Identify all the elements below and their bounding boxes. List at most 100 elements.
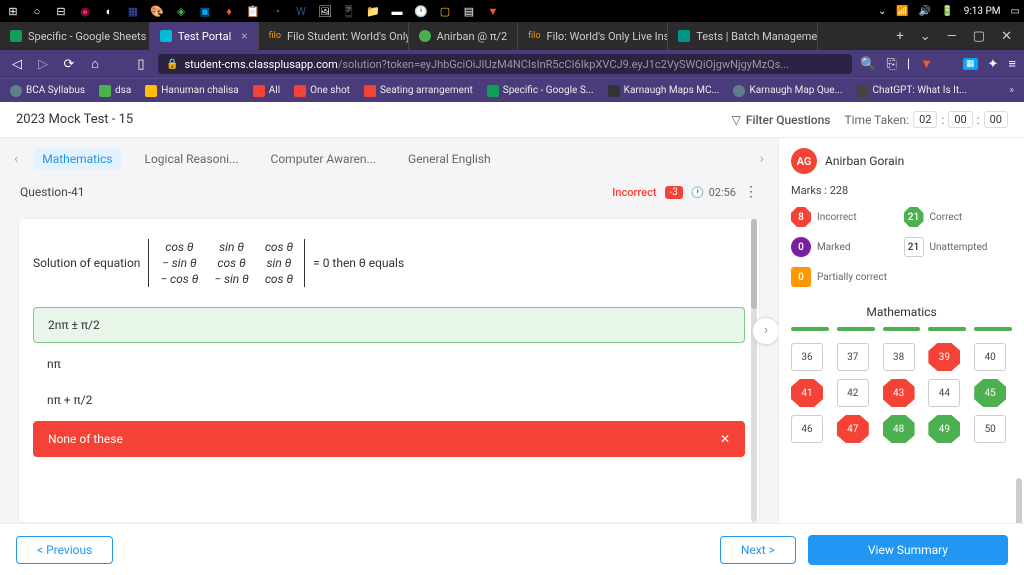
chevron-down-icon[interactable]: ⌄ <box>878 6 886 17</box>
question-cell[interactable]: 50 <box>974 415 1006 443</box>
chevron-left-icon[interactable]: ‹ <box>14 151 18 167</box>
bookmark[interactable]: One shot <box>294 85 350 97</box>
app-icon[interactable]: 🖼 <box>316 2 334 20</box>
volume-icon[interactable]: 🔊 <box>919 6 931 17</box>
battery-icon[interactable]: 🔋 <box>941 6 953 17</box>
app-icon[interactable]: ▣ <box>196 2 214 20</box>
correct-badge: 21 <box>904 207 924 227</box>
chrome-icon[interactable]: ◐ <box>100 2 118 20</box>
app-icon[interactable]: 📋 <box>244 2 262 20</box>
windows-icon[interactable]: ⊞ <box>4 2 22 20</box>
word-icon[interactable]: W <box>292 2 310 20</box>
maximize-icon[interactable]: ▢ <box>973 29 985 44</box>
question-cell[interactable]: 41 <box>791 379 823 407</box>
option-b[interactable]: nπ <box>33 349 745 379</box>
app-icon[interactable]: ▦ <box>124 2 142 20</box>
chevron-down-icon[interactable]: ⌄ <box>920 29 931 44</box>
app-icon[interactable]: ◈ <box>172 2 190 20</box>
app-icon[interactable]: ◉ <box>76 2 94 20</box>
app-icon[interactable]: ▦ <box>963 58 978 70</box>
question-cell[interactable]: 46 <box>791 415 823 443</box>
scrollbar[interactable] <box>751 219 757 522</box>
option-a[interactable]: 2nπ ± π/2 <box>33 307 745 343</box>
home-button[interactable]: ⌂ <box>86 56 104 72</box>
bookmark[interactable]: Seating arrangement <box>364 85 473 97</box>
question-cell[interactable]: 45 <box>974 379 1006 407</box>
option-c[interactable]: nπ + π/2 <box>33 385 745 415</box>
question-cell[interactable]: 42 <box>837 379 869 407</box>
question-cell[interactable]: 49 <box>928 415 960 443</box>
question-cell[interactable]: 44 <box>928 379 960 407</box>
brave-icon[interactable]: ▼ <box>484 2 502 20</box>
browser-tab[interactable]: filoFilo: World's Only Live Insta <box>518 22 668 50</box>
sheets-icon <box>487 85 499 97</box>
question-cell[interactable]: 47 <box>837 415 869 443</box>
app-icon[interactable]: ♦ <box>220 2 238 20</box>
brave-shield-icon[interactable]: ▼ <box>920 56 933 72</box>
bookmark[interactable]: ChatGPT: What Is It... <box>857 85 968 97</box>
option-d[interactable]: None of these✕ <box>33 421 745 457</box>
close-icon[interactable]: × <box>241 29 247 43</box>
app-icon[interactable]: ▤ <box>460 2 478 20</box>
scrollbar[interactable] <box>1016 478 1022 523</box>
app-icon[interactable]: 🕐 <box>412 2 430 20</box>
close-icon[interactable]: ✕ <box>1001 29 1012 44</box>
question-cell[interactable]: 38 <box>883 343 915 371</box>
bookmark[interactable]: Specific - Google S... <box>487 85 594 97</box>
bookmark[interactable]: Hanuman chalisa <box>145 85 238 97</box>
browser-tab[interactable]: Specific - Google Sheets <box>0 22 150 50</box>
app-icon[interactable]: 📱 <box>340 2 358 20</box>
bookmark[interactable]: dsa <box>99 85 131 97</box>
previous-button[interactable]: < Previous <box>16 536 113 564</box>
forward-button[interactable]: ▷ <box>34 57 52 72</box>
bookmark[interactable]: BCA Syllabus <box>10 85 85 97</box>
new-tab-button[interactable]: + <box>896 29 903 44</box>
task-view-icon[interactable]: ⊟ <box>52 2 70 20</box>
question-cell[interactable]: 40 <box>974 343 1006 371</box>
extensions-icon[interactable]: ✦ <box>988 57 999 72</box>
view-summary-button[interactable]: View Summary <box>808 535 1008 565</box>
browser-tab[interactable]: Tests | Batch Management <box>668 22 818 50</box>
question-cell[interactable]: 43 <box>883 379 915 407</box>
browser-tab[interactable]: Anirban @ π/2 <box>409 22 519 50</box>
subject-tab-mathematics[interactable]: Mathematics <box>34 148 120 170</box>
next-button[interactable]: Next > <box>720 536 796 564</box>
minimize-icon[interactable]: — <box>947 29 957 44</box>
address-bar[interactable]: 🔒 student-cms.classplusapp.com /solution… <box>158 54 852 74</box>
overflow-icon[interactable]: » <box>1009 85 1014 96</box>
explorer-icon[interactable]: 📁 <box>364 2 382 20</box>
chevron-right-icon[interactable]: › <box>760 151 764 167</box>
question-cell[interactable]: 48 <box>883 415 915 443</box>
marks-chip: -3 <box>665 186 683 199</box>
app-icon[interactable]: ▬ <box>388 2 406 20</box>
kebab-menu-icon[interactable]: ⋮ <box>744 184 758 200</box>
share-icon[interactable]: ⎘ <box>887 57 897 72</box>
notification-icon[interactable]: ▭ <box>1011 6 1020 17</box>
subject-tab-computer[interactable]: Computer Awaren... <box>263 148 384 170</box>
zoom-icon[interactable]: 🔍 <box>860 57 876 72</box>
bookmark[interactable]: Karnaugh Map Que... <box>733 85 842 97</box>
edge-icon[interactable]: ◔ <box>268 2 286 20</box>
sidebar-icon[interactable]: ▯ <box>132 57 150 72</box>
bookmark[interactable]: All <box>253 85 280 97</box>
wifi-icon[interactable]: 📶 <box>896 6 908 17</box>
browser-tab[interactable]: filoFilo Student: World's Only L <box>259 22 409 50</box>
question-grid: 36 37 38 39 40 41 42 43 44 45 46 47 48 49 50 <box>791 343 1012 443</box>
browser-tab[interactable]: Test Portal× <box>150 22 259 50</box>
app-icon[interactable]: 🎨 <box>148 2 166 20</box>
menu-icon[interactable]: ≡ <box>1008 56 1016 72</box>
divider: | <box>907 57 910 72</box>
circle-icon[interactable]: ○ <box>28 2 46 20</box>
app-icon[interactable]: ▢ <box>436 2 454 20</box>
back-button[interactable]: ◁ <box>8 57 26 72</box>
clock[interactable]: 9:13 PM <box>964 6 1001 17</box>
question-cell[interactable]: 37 <box>837 343 869 371</box>
expand-panel-button[interactable]: › <box>752 317 778 345</box>
question-cell[interactable]: 36 <box>791 343 823 371</box>
bookmark[interactable]: Karnaugh Maps MC... <box>608 85 720 97</box>
subject-tab-english[interactable]: General English <box>400 148 499 170</box>
subject-tab-logical[interactable]: Logical Reasoni... <box>137 148 247 170</box>
filter-questions-button[interactable]: ▽ Filter Questions <box>732 113 831 127</box>
question-cell[interactable]: 39 <box>928 343 960 371</box>
reload-button[interactable]: ⟳ <box>60 57 78 72</box>
